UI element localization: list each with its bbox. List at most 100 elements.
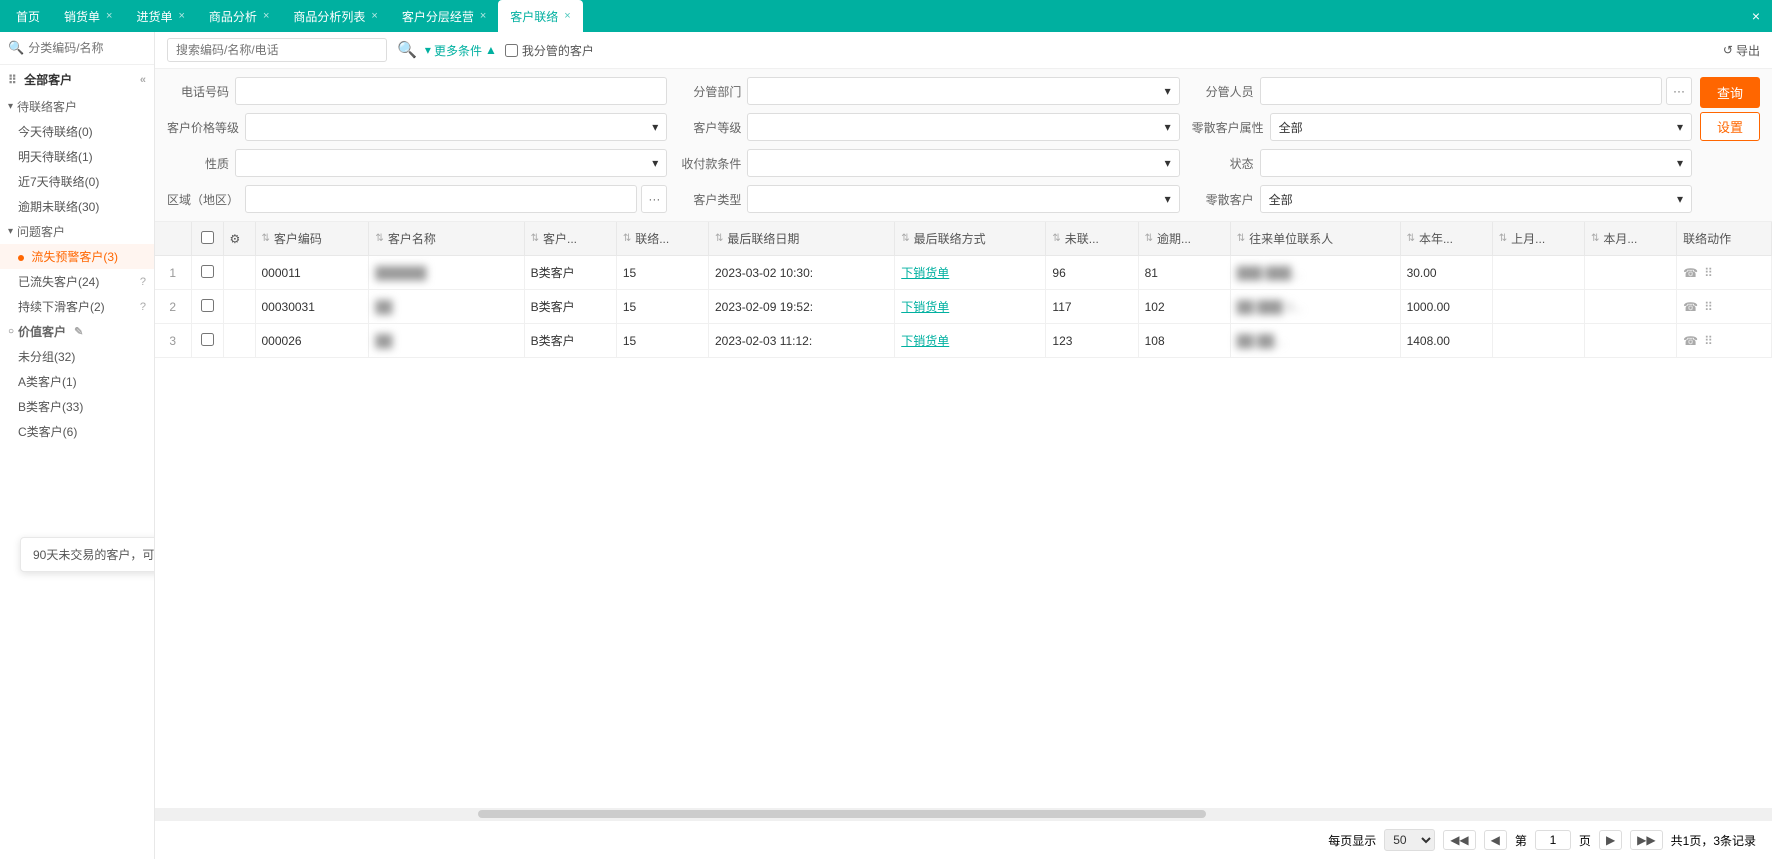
first-page-btn[interactable]: ◀◀	[1443, 830, 1475, 850]
my-customers-checkbox-label[interactable]: 我分管的客户	[505, 42, 594, 59]
method-link-1[interactable]: 下销货单	[901, 300, 949, 314]
sidebar-item-declining[interactable]: 持续下滑客户(2) ?	[0, 294, 154, 319]
cell-checkbox-2[interactable]	[191, 324, 223, 358]
contact-icon-0[interactable]: ☎	[1683, 266, 1698, 280]
th-company-contact[interactable]: ⇅ 往来单位联系人	[1230, 222, 1400, 256]
tab-product-list[interactable]: 商品分析列表 ×	[281, 0, 389, 32]
select-all-checkbox[interactable]	[201, 231, 214, 244]
sidebar-section-problem[interactable]: ▾ 问题客户	[0, 219, 154, 244]
filter-search-input[interactable]	[167, 38, 387, 62]
my-customers-checkbox[interactable]	[505, 44, 518, 57]
method-link-2[interactable]: 下销货单	[901, 334, 949, 348]
tab-sales-close[interactable]: ×	[106, 10, 112, 22]
tab-product-analysis-close[interactable]: ×	[263, 10, 269, 22]
method-link-0[interactable]: 下销货单	[901, 266, 949, 280]
filter-dept-field: 分管部门 ▾	[679, 77, 1179, 105]
tab-product-analysis[interactable]: 商品分析 ×	[197, 0, 281, 32]
scrollbar-thumb[interactable]	[478, 810, 1206, 818]
table-settings-icon[interactable]: ⚙	[230, 232, 241, 246]
contact-icon-1[interactable]: ☎	[1683, 300, 1698, 314]
more-icon-1[interactable]: ⠿	[1704, 300, 1713, 314]
last-page-btn[interactable]: ▶▶	[1630, 830, 1662, 850]
th-this-month[interactable]: ⇅ 本月...	[1584, 222, 1676, 256]
filter-person-input[interactable]	[1260, 77, 1662, 105]
cell-checkbox-1[interactable]	[191, 290, 223, 324]
horizontal-scrollbar[interactable]	[155, 808, 1772, 820]
th-last-contact-method[interactable]: ⇅ 最后联络方式	[895, 222, 1046, 256]
filter-tier-dropdown[interactable]: ▾	[747, 113, 1179, 141]
th-contact[interactable]: ⇅ 联络...	[616, 222, 708, 256]
th-last-month[interactable]: ⇅ 上月...	[1492, 222, 1584, 256]
row-checkbox-1[interactable]	[201, 299, 214, 312]
th-overdue[interactable]: ⇅ 逾期...	[1138, 222, 1230, 256]
contact-icon-2[interactable]: ☎	[1683, 334, 1698, 348]
th-type[interactable]: ⇅ 客户...	[524, 222, 616, 256]
page-size-select[interactable]: 50 100 200	[1384, 829, 1435, 851]
sidebar-item-today[interactable]: 今天待联络(0)	[0, 119, 154, 144]
filter-customer-type-dropdown[interactable]: ▾	[747, 185, 1179, 213]
tab-customer-contact-close[interactable]: ×	[564, 10, 570, 22]
more-icon-2[interactable]: ⠿	[1704, 334, 1713, 348]
cell-method-2[interactable]: 下销货单	[895, 324, 1046, 358]
sidebar-item-tomorrow[interactable]: 明天待联络(1)	[0, 144, 154, 169]
row-checkbox-2[interactable]	[201, 333, 214, 346]
tab-sales[interactable]: 销货单 ×	[52, 0, 124, 32]
row-checkbox-0[interactable]	[201, 265, 214, 278]
tab-customer-contact[interactable]: 客户联络 ×	[498, 0, 582, 32]
tab-purchase-close[interactable]: ×	[178, 10, 184, 22]
query-button[interactable]: 查询	[1700, 77, 1760, 108]
filter-region-dots[interactable]: ···	[641, 185, 667, 213]
tab-home[interactable]: 首页	[4, 0, 52, 32]
filter-search-icon[interactable]: 🔍	[397, 40, 417, 60]
th-this-year[interactable]: ⇅ 本年...	[1400, 222, 1492, 256]
th-no-contact[interactable]: ⇅ 未联...	[1046, 222, 1138, 256]
prev-page-btn[interactable]: ◀	[1484, 830, 1507, 850]
more-conditions-btn[interactable]: ▾ 更多条件 ▲	[425, 42, 497, 59]
filter-region-label: 区域（地区）	[167, 191, 239, 208]
page-input[interactable]	[1535, 830, 1571, 850]
filter-price-tier-dropdown[interactable]: ▾	[245, 113, 667, 141]
filter-region-input[interactable]	[245, 185, 637, 213]
filter-gender-dropdown[interactable]: ▾	[235, 149, 667, 177]
cell-action-2[interactable]: ☎ ⠿	[1677, 324, 1772, 358]
window-close-btn[interactable]: ×	[1752, 8, 1768, 24]
th-last-contact-date[interactable]: ⇅ 最后联络日期	[709, 222, 895, 256]
cell-checkbox-0[interactable]	[191, 256, 223, 290]
sidebar-item-ungrouped[interactable]: 未分组(32)	[0, 344, 154, 369]
sidebar-item-c-class[interactable]: C类客户(6)	[0, 419, 154, 444]
sidebar: 🔍 ⠿ 全部客户 « ▾ 待联络客户 今天待联络(0) 明天待联络(1) 近7天…	[0, 32, 155, 859]
cell-action-0[interactable]: ☎ ⠿	[1677, 256, 1772, 290]
cell-method-0[interactable]: 下销货单	[895, 256, 1046, 290]
filter-status-dropdown[interactable]: ▾	[1260, 149, 1692, 177]
filter-dept-dropdown[interactable]: ▾	[747, 77, 1179, 105]
sidebar-section-pending[interactable]: ▾ 待联络客户	[0, 94, 154, 119]
cell-action-1[interactable]: ☎ ⠿	[1677, 290, 1772, 324]
sidebar-search-input[interactable]	[28, 41, 155, 55]
more-icon-0[interactable]: ⠿	[1704, 266, 1713, 280]
filter-phone-input[interactable]	[235, 77, 667, 105]
sidebar-all-customers[interactable]: ⠿ 全部客户 «	[0, 65, 154, 94]
sidebar-item-overdue[interactable]: 逾期未联络(30)	[0, 194, 154, 219]
export-btn[interactable]: ↺ 导出	[1723, 42, 1760, 59]
settings-button[interactable]: 设置	[1700, 112, 1760, 141]
cell-method-1[interactable]: 下销货单	[895, 290, 1046, 324]
tab-customer-tier-close[interactable]: ×	[480, 10, 486, 22]
sidebar-item-week[interactable]: 近7天待联络(0)	[0, 169, 154, 194]
sidebar-item-churned[interactable]: 已流失客户(24) ?	[0, 269, 154, 294]
tab-product-list-close[interactable]: ×	[371, 10, 377, 22]
sidebar-item-a-class[interactable]: A类客户(1)	[0, 369, 154, 394]
th-code[interactable]: ⇅ 客户编码	[255, 222, 369, 256]
filter-payment-dropdown[interactable]: ▾	[747, 149, 1179, 177]
th-name[interactable]: ⇅ 客户名称	[369, 222, 524, 256]
tab-purchase[interactable]: 进货单 ×	[124, 0, 196, 32]
filter-person-dots[interactable]: ···	[1666, 77, 1692, 105]
tab-customer-tier[interactable]: 客户分层经营 ×	[390, 0, 498, 32]
sidebar-item-churn-warning[interactable]: 流失预警客户(3)	[0, 244, 154, 269]
value-edit-icon[interactable]: ✎	[74, 325, 83, 338]
next-page-btn[interactable]: ▶	[1599, 830, 1622, 850]
th-settings[interactable]: ⚙	[223, 222, 255, 256]
sidebar-section-value[interactable]: ○ 价值客户 ✎	[0, 319, 154, 344]
filter-zero-retail-dropdown[interactable]: 全部 ▾	[1260, 185, 1692, 213]
filter-zero-retail-attr-dropdown[interactable]: 全部 ▾	[1270, 113, 1692, 141]
sidebar-item-b-class[interactable]: B类客户(33)	[0, 394, 154, 419]
